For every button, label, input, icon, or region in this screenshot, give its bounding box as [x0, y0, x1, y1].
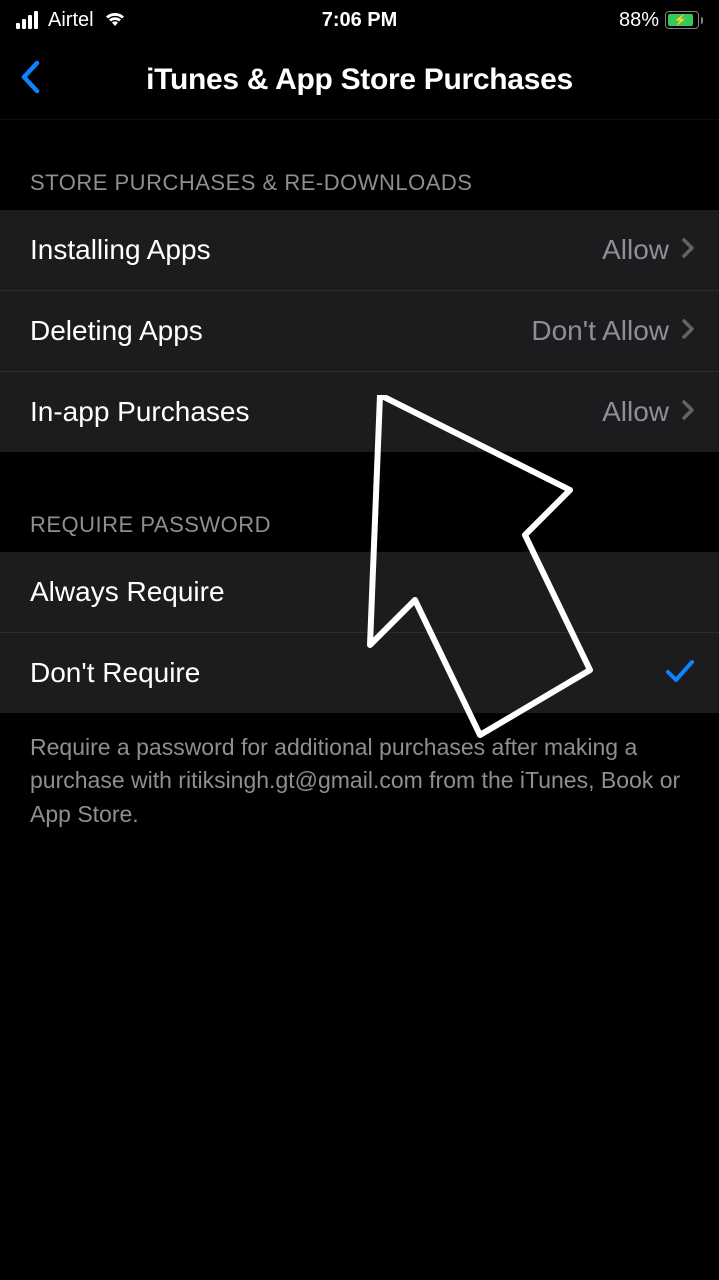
row-label: Installing Apps	[30, 234, 211, 266]
navigation-bar: iTunes & App Store Purchases	[0, 40, 719, 120]
row-value: Don't Allow	[531, 315, 669, 347]
row-label: In-app Purchases	[30, 396, 249, 428]
page-title: iTunes & App Store Purchases	[0, 63, 719, 97]
status-right: 88% ⚡	[619, 9, 703, 32]
back-button[interactable]	[12, 52, 48, 107]
battery-icon: ⚡	[665, 11, 703, 29]
row-label: Don't Require	[30, 657, 200, 689]
list-group-password: Always Require Don't Require	[0, 552, 719, 713]
status-bar: Airtel 7:06 PM 88% ⚡	[0, 0, 719, 40]
row-in-app-purchases[interactable]: In-app Purchases Allow	[0, 372, 719, 452]
signal-icon	[16, 11, 38, 29]
list-group-store: Installing Apps Allow Deleting Apps Don'…	[0, 210, 719, 452]
row-installing-apps[interactable]: Installing Apps Allow	[0, 210, 719, 291]
row-right: Allow	[602, 396, 695, 428]
row-right: Allow	[602, 234, 695, 266]
carrier-label: Airtel	[48, 9, 94, 32]
row-value: Allow	[602, 396, 669, 428]
chevron-right-icon	[681, 399, 695, 426]
chevron-right-icon	[681, 237, 695, 264]
section-header-password: REQUIRE PASSWORD	[0, 452, 719, 552]
row-deleting-apps[interactable]: Deleting Apps Don't Allow	[0, 291, 719, 372]
wifi-icon	[104, 9, 126, 32]
row-always-require[interactable]: Always Require	[0, 552, 719, 633]
chevron-left-icon	[20, 60, 40, 94]
checkmark-icon	[665, 659, 695, 688]
row-label: Deleting Apps	[30, 315, 203, 347]
row-dont-require[interactable]: Don't Require	[0, 633, 719, 713]
chevron-right-icon	[681, 318, 695, 345]
battery-percent: 88%	[619, 9, 659, 32]
row-right: Don't Allow	[531, 315, 695, 347]
section-footer-password: Require a password for additional purcha…	[0, 713, 719, 849]
status-time: 7:06 PM	[322, 9, 398, 32]
row-value: Allow	[602, 234, 669, 266]
section-header-store: STORE PURCHASES & RE-DOWNLOADS	[0, 120, 719, 210]
row-label: Always Require	[30, 576, 225, 608]
status-left: Airtel	[16, 9, 126, 32]
